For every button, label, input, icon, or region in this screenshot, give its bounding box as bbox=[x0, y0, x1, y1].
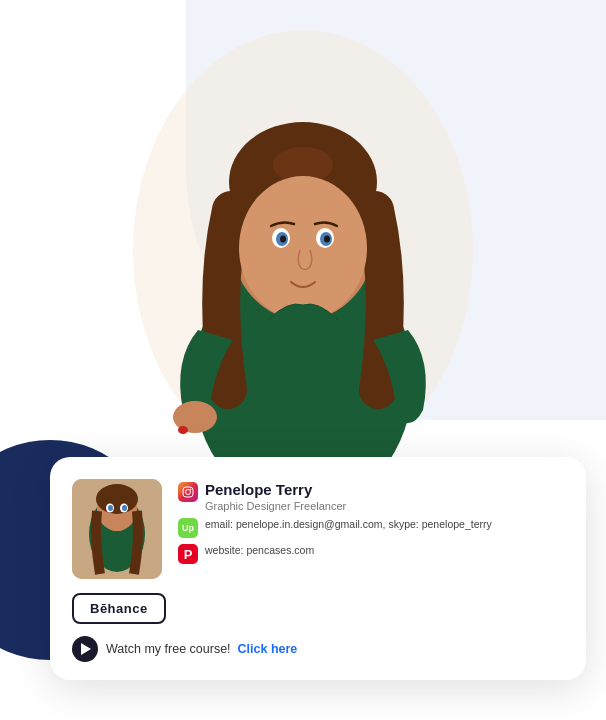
profile-card: Penelope Terry Graphic Designer Freelanc… bbox=[50, 457, 586, 680]
svg-point-26 bbox=[186, 490, 191, 495]
watch-course-row: Watch my free course! Click here bbox=[72, 636, 564, 662]
svg-point-6 bbox=[239, 176, 367, 320]
instagram-icon bbox=[178, 482, 198, 502]
card-top: Penelope Terry Graphic Designer Freelanc… bbox=[72, 479, 564, 579]
svg-point-27 bbox=[190, 489, 192, 491]
svg-point-23 bbox=[108, 505, 113, 511]
person-name: Penelope Terry bbox=[205, 481, 346, 499]
email-row: Up email: penelope.in.design@gmail.com, … bbox=[178, 517, 564, 538]
website-text: website: pencases.com bbox=[205, 543, 314, 559]
svg-point-15 bbox=[178, 426, 188, 434]
website-row: P website: pencases.com bbox=[178, 543, 564, 564]
name-row: Penelope Terry Graphic Designer Freelanc… bbox=[178, 481, 564, 512]
watch-text: Watch my free course! Click here bbox=[106, 642, 297, 656]
click-here-link[interactable]: Click here bbox=[238, 642, 298, 656]
contact-info: Penelope Terry Graphic Designer Freelanc… bbox=[178, 479, 564, 564]
play-button[interactable] bbox=[72, 636, 98, 662]
email-text: email: penelope.in.design@gmail.com, sky… bbox=[205, 517, 492, 533]
play-icon bbox=[81, 643, 91, 655]
svg-point-24 bbox=[122, 505, 127, 511]
svg-point-11 bbox=[280, 236, 286, 243]
behance-label: Bēhance bbox=[90, 601, 148, 616]
pinterest-icon: P bbox=[178, 544, 198, 564]
upwork-icon: Up bbox=[178, 518, 198, 538]
svg-point-20 bbox=[96, 484, 138, 514]
scene: Penelope Terry Graphic Designer Freelanc… bbox=[0, 0, 606, 720]
behance-button[interactable]: Bēhance bbox=[72, 593, 166, 624]
profile-thumbnail bbox=[72, 479, 162, 579]
watch-text-static: Watch my free course! bbox=[106, 642, 231, 656]
svg-point-12 bbox=[324, 236, 330, 243]
person-image bbox=[113, 0, 493, 480]
person-title: Graphic Designer Freelancer bbox=[205, 500, 346, 512]
name-title-group: Penelope Terry Graphic Designer Freelanc… bbox=[205, 481, 346, 512]
svg-rect-25 bbox=[183, 487, 193, 497]
